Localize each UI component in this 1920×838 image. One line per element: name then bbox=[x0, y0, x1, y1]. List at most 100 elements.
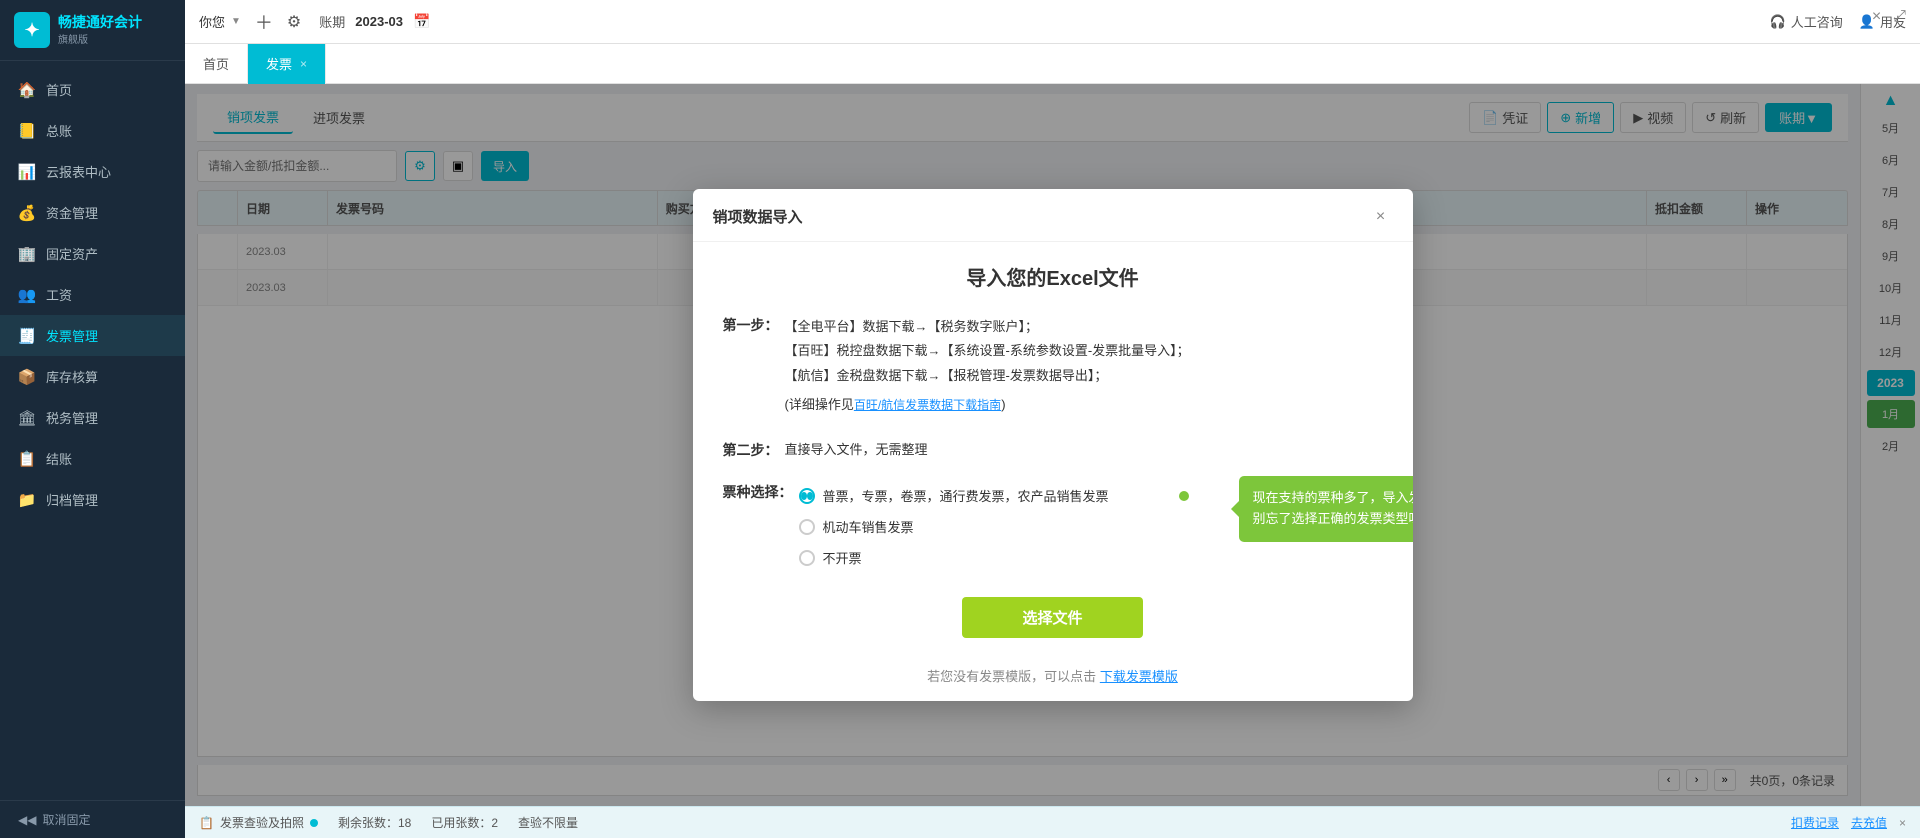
step1-line1: 【全电平台】数据下载→【税务数字账户】； bbox=[785, 315, 1190, 340]
tooltip-connector-dot bbox=[1179, 491, 1189, 501]
salary-icon: 👥 bbox=[18, 286, 36, 304]
finance-icon: 💰 bbox=[18, 204, 36, 222]
logo-icon: ✦ bbox=[14, 12, 50, 48]
reports-icon: 📊 bbox=[18, 163, 36, 181]
dialog-main-title: 导入您的Excel文件 bbox=[723, 262, 1383, 291]
dialog-footer: 选择文件 若您没有发票模版，可以点击 下载发票模版 bbox=[693, 587, 1413, 701]
main-area: 你您 ▼ ＋ ⚙ 账期 2023-03 📅 🎧 人工咨询 👤 用友 bbox=[185, 0, 1920, 838]
sidebar-item-inventory[interactable]: 📦 库存核算 bbox=[0, 356, 185, 397]
sidebar-item-label: 资金管理 bbox=[46, 203, 98, 222]
download-template-link[interactable]: 下载发票模版 bbox=[1100, 669, 1178, 684]
step1-content: 【全电平台】数据下载→【税务数字账户】； 【百旺】税控盘数据下载→【系统设置-系… bbox=[785, 315, 1190, 418]
sidebar-item-tax[interactable]: 🏛 税务管理 bbox=[0, 397, 185, 438]
tax-icon: 🏛 bbox=[18, 409, 36, 427]
sidebar-item-label: 首页 bbox=[46, 80, 72, 99]
ticket-section: 票种选择： 普票，专票，卷票，通行费发票，农产品销售发票 bbox=[723, 482, 1383, 567]
dialog-close-button[interactable]: × bbox=[1369, 205, 1393, 229]
sidebar-item-label: 税务管理 bbox=[46, 408, 98, 427]
unlimited-label: 查验不限量 bbox=[518, 814, 578, 831]
sidebar-item-salary[interactable]: 👥 工资 bbox=[0, 274, 185, 315]
verify-section: 📋 发票查验及拍照 bbox=[199, 814, 318, 831]
sidebar-item-label: 云报表中心 bbox=[46, 162, 111, 181]
sidebar-item-label: 工资 bbox=[46, 285, 72, 304]
sidebar-item-label: 总账 bbox=[46, 121, 72, 140]
window-maximize-button[interactable]: ⤢ bbox=[1893, 8, 1906, 26]
consultation-button[interactable]: 🎧 人工咨询 bbox=[1770, 12, 1843, 31]
bottom-close-icon[interactable]: × bbox=[1899, 816, 1906, 830]
sidebar: ✦ 畅捷通好会计 旗舰版 🏠 首页 📒 总账 📊 云报表中心 💰 资金管理 bbox=[0, 0, 185, 838]
import-dialog: 销项数据导入 × 导入您的Excel文件 第一步： 【全电平台】数据下载→【税务… bbox=[693, 189, 1413, 701]
topup-record-link[interactable]: 扣费记录 bbox=[1791, 814, 1839, 831]
tab-invoice-label: 发票 bbox=[266, 54, 292, 73]
cancel-fixed-icon: ◀◀ bbox=[18, 813, 36, 827]
tab-home-label: 首页 bbox=[203, 54, 229, 73]
tab-home[interactable]: 首页 bbox=[185, 44, 248, 84]
radio-item-2[interactable]: 机动车销售发票 bbox=[799, 517, 1189, 536]
step2-content: 直接导入文件，无需整理 bbox=[785, 438, 928, 463]
content-area: 销项发票 进项发票 📄 凭证 ⊕ 新增 ▶ bbox=[185, 84, 1920, 806]
step1-guide-link[interactable]: 百旺/航信发票数据下载指南 bbox=[854, 398, 1001, 412]
step1-label: 第一步： bbox=[723, 315, 779, 335]
calendar-icon[interactable]: 📅 bbox=[413, 13, 430, 30]
ticket-label: 票种选择： bbox=[723, 482, 793, 502]
select-file-button[interactable]: 选择文件 bbox=[962, 597, 1142, 638]
invoice-icon: 🧾 bbox=[18, 327, 36, 345]
sidebar-item-label: 固定资产 bbox=[46, 244, 98, 263]
step1-line3: 【航信】金税盘数据下载→【报税管理-发票数据导出】； bbox=[785, 364, 1190, 389]
bottom-bar: 📋 发票查验及拍照 剩余张数：18 已用张数：2 查验不限量 扣费记录 去充值 … bbox=[185, 806, 1920, 838]
app-logo: ✦ 畅捷通好会计 旗舰版 bbox=[0, 0, 185, 61]
radio-circle-3 bbox=[799, 550, 815, 566]
dialog-body: 导入您的Excel文件 第一步： 【全电平台】数据下载→【税务数字账户】； 【百… bbox=[693, 242, 1413, 587]
assets-icon: 🏢 bbox=[18, 245, 36, 263]
tab-invoice[interactable]: 发票 × bbox=[248, 44, 326, 84]
tab-bar: 首页 发票 × bbox=[185, 44, 1920, 84]
sidebar-item-invoice[interactable]: 🧾 发票管理 bbox=[0, 315, 185, 356]
sidebar-item-assets[interactable]: 🏢 固定资产 bbox=[0, 233, 185, 274]
dialog-header: 销项数据导入 × bbox=[693, 189, 1413, 242]
logo-title: 畅捷通好会计 bbox=[58, 14, 142, 31]
tooltip-box: × 现在支持的票种多了，导入发票时别忘了选择正确的发票类型呀! bbox=[1239, 476, 1413, 542]
sidebar-item-finance[interactable]: 💰 资金管理 bbox=[0, 192, 185, 233]
step2-label: 第二步： bbox=[723, 440, 779, 460]
account-chevron-icon: ▼ bbox=[231, 16, 241, 27]
tab-invoice-close[interactable]: × bbox=[300, 57, 307, 71]
period-value: 2023-03 bbox=[355, 14, 403, 29]
ledger-icon: 📒 bbox=[18, 122, 36, 140]
remaining-label: 剩余张数：18 bbox=[338, 814, 411, 831]
window-close-button[interactable]: × bbox=[1872, 8, 1881, 26]
step2-section: 第二步： 直接导入文件，无需整理 bbox=[723, 438, 1383, 463]
radio-item-1[interactable]: 普票，专票，卷票，通行费发票，农产品销售发票 bbox=[799, 486, 1109, 505]
sidebar-bottom: ◀◀ 取消固定 bbox=[0, 800, 185, 838]
download-hint-row: 若您没有发票模版，可以点击 下载发票模版 bbox=[723, 666, 1383, 685]
radio-item-3[interactable]: 不开票 bbox=[799, 548, 1189, 567]
add-account-icon[interactable]: ＋ bbox=[255, 9, 273, 35]
logo-text-block: 畅捷通好会计 旗舰版 bbox=[58, 14, 142, 46]
ticket-option-1: 普票，专票，卷票，通行费发票，农产品销售发票 × 现在支持的票种多了，导入发票时… bbox=[799, 486, 1189, 505]
logo-subtitle: 旗舰版 bbox=[58, 31, 142, 46]
cancel-fixed-button[interactable]: ◀◀ 取消固定 bbox=[18, 811, 167, 828]
topup-link[interactable]: 去充值 bbox=[1851, 814, 1887, 831]
home-icon: 🏠 bbox=[18, 81, 36, 99]
tooltip-text: 现在支持的票种多了，导入发票时别忘了选择正确的发票类型呀! bbox=[1253, 490, 1413, 526]
radio-label-2: 机动车销售发票 bbox=[823, 517, 914, 536]
step1-section: 第一步： 【全电平台】数据下载→【税务数字账户】； 【百旺】税控盘数据下载→【系… bbox=[723, 315, 1383, 418]
period-label: 账期 bbox=[319, 12, 345, 31]
consultation-label: 人工咨询 bbox=[1791, 12, 1843, 31]
sidebar-item-archive[interactable]: 📁 归档管理 bbox=[0, 479, 185, 520]
window-controls: × ⤢ bbox=[1872, 8, 1906, 26]
used-label: 已用张数：2 bbox=[431, 814, 498, 831]
sidebar-item-closing[interactable]: 📋 结账 bbox=[0, 438, 185, 479]
settings-icon[interactable]: ⚙ bbox=[287, 12, 301, 32]
sidebar-item-label: 库存核算 bbox=[46, 367, 98, 386]
radio-circle-1 bbox=[799, 488, 815, 504]
verify-dot bbox=[310, 819, 318, 827]
sidebar-item-reports[interactable]: 📊 云报表中心 bbox=[0, 151, 185, 192]
step1-link-post: ) bbox=[1001, 397, 1005, 412]
top-bar: 你您 ▼ ＋ ⚙ 账期 2023-03 📅 🎧 人工咨询 👤 用友 bbox=[185, 0, 1920, 44]
step1-link-pre: (详细操作见 bbox=[785, 397, 854, 412]
sidebar-item-label: 归档管理 bbox=[46, 490, 98, 509]
radio-label-1: 普票，专票，卷票，通行费发票，农产品销售发票 bbox=[823, 486, 1109, 505]
sidebar-item-ledger[interactable]: 📒 总账 bbox=[0, 110, 185, 151]
account-selector[interactable]: 你您 ▼ bbox=[199, 12, 241, 31]
sidebar-item-home[interactable]: 🏠 首页 bbox=[0, 69, 185, 110]
